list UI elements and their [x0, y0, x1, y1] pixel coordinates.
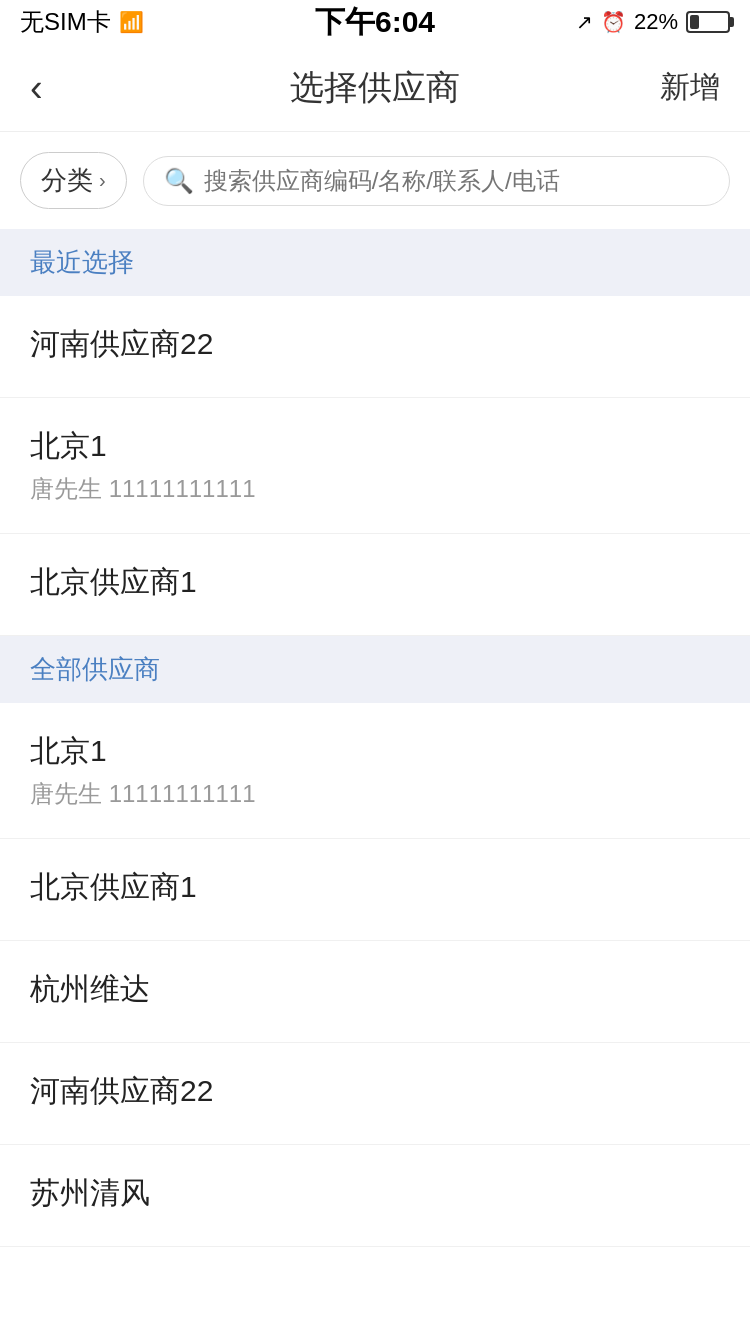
page-title: 选择供应商 [290, 65, 460, 111]
chevron-right-icon: › [99, 169, 106, 192]
item-name: 河南供应商22 [30, 1071, 720, 1112]
back-button[interactable]: ‹ [30, 69, 43, 107]
list-item[interactable]: 杭州维达 [0, 941, 750, 1043]
recent-section-header: 最近选择 [0, 229, 750, 296]
category-button[interactable]: 分类 › [20, 152, 127, 209]
list-item[interactable]: 北京供应商1 [0, 534, 750, 636]
item-name: 北京供应商1 [30, 867, 720, 908]
search-input[interactable] [204, 167, 709, 195]
item-name: 杭州维达 [30, 969, 720, 1010]
item-sub: 唐先生 11111111111 [30, 473, 720, 505]
search-icon: 🔍 [164, 167, 194, 195]
all-suppliers-list: 北京1 唐先生 11111111111 北京供应商1 杭州维达河南供应商22 苏州清风 [0, 703, 750, 1247]
category-label: 分类 [41, 163, 93, 198]
item-name: 河南供应商22 [30, 324, 720, 365]
search-box[interactable]: 🔍 [143, 156, 730, 206]
alarm-icon: ⏰ [601, 10, 626, 34]
wifi-icon: 📶 [119, 10, 144, 34]
recent-list: 河南供应商22 北京1 唐先生 11111111111 北京供应商1 [0, 296, 750, 636]
status-time: 下午6:04 [315, 2, 435, 43]
add-button[interactable]: 新增 [660, 67, 720, 108]
status-right: ↗ ⏰ 22% [576, 9, 730, 35]
battery-icon [686, 11, 730, 33]
battery-percent: 22% [634, 9, 678, 35]
carrier-text: 无SIM卡 [20, 6, 111, 38]
all-section-header: 全部供应商 [0, 636, 750, 703]
item-name: 北京供应商1 [30, 562, 720, 603]
item-name: 北京1 [30, 731, 720, 772]
list-item[interactable]: 河南供应商22 [0, 296, 750, 398]
nav-bar: ‹ 选择供应商 新增 [0, 44, 750, 132]
status-left: 无SIM卡 📶 [20, 6, 144, 38]
list-item[interactable]: 苏州清风 [0, 1145, 750, 1247]
item-sub: 唐先生 11111111111 [30, 778, 720, 810]
list-item[interactable]: 北京供应商1 [0, 839, 750, 941]
list-item[interactable]: 河南供应商22 [0, 1043, 750, 1145]
list-item[interactable]: 北京1 唐先生 11111111111 [0, 703, 750, 839]
item-name: 北京1 [30, 426, 720, 467]
item-name: 苏州清风 [30, 1173, 720, 1214]
list-item[interactable]: 北京1 唐先生 11111111111 [0, 398, 750, 534]
battery-fill [690, 15, 699, 29]
status-bar: 无SIM卡 📶 下午6:04 ↗ ⏰ 22% [0, 0, 750, 44]
filter-bar: 分类 › 🔍 [0, 132, 750, 229]
location-icon: ↗ [576, 10, 593, 34]
